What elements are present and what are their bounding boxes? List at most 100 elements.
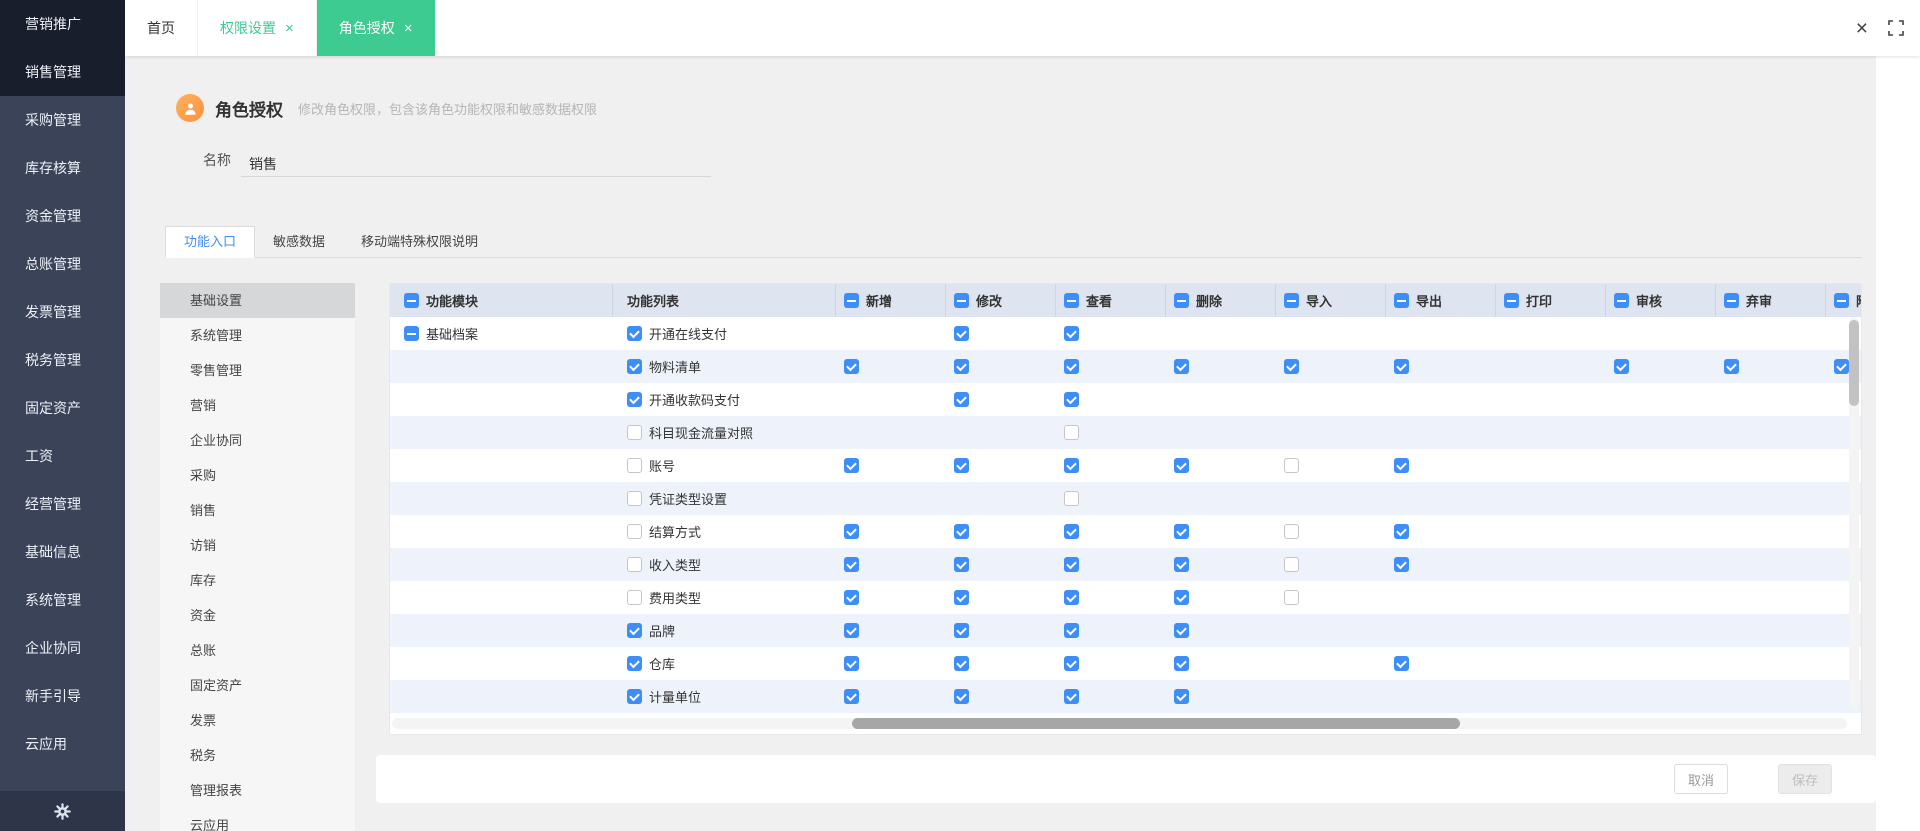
sidebar-item-13[interactable]: 系统管理 [0,576,125,624]
perm-checkbox[interactable] [1174,590,1189,605]
action-header-checkbox[interactable] [1834,293,1849,308]
perm-checkbox[interactable] [954,656,969,671]
perm-checkbox[interactable] [954,326,969,341]
perm-checkbox[interactable] [1394,458,1409,473]
vertical-scrollbar[interactable] [1849,318,1859,708]
perm-checkbox[interactable] [954,557,969,572]
perm-checkbox[interactable] [1064,425,1079,440]
perm-checkbox[interactable] [954,359,969,374]
top-tab-3[interactable]: 角色授权 × [316,0,435,56]
role-name-input[interactable] [241,152,711,177]
sidebar-item-8[interactable]: 税务管理 [0,336,125,384]
sidebar-item-5[interactable]: 资金管理 [0,192,125,240]
perm-checkbox[interactable] [844,656,859,671]
perm-checkbox[interactable] [1614,359,1629,374]
perm-checkbox[interactable] [1284,557,1299,572]
perm-checkbox[interactable] [844,524,859,539]
perm-checkbox[interactable] [1394,524,1409,539]
perm-checkbox[interactable] [1724,359,1739,374]
category-item-8[interactable]: 访销 [160,528,355,563]
action-header-checkbox[interactable] [844,293,859,308]
category-item-13[interactable]: 发票 [160,703,355,738]
sidebar-item-14[interactable]: 企业协同 [0,624,125,672]
sidebar-item-7[interactable]: 发票管理 [0,288,125,336]
perm-checkbox[interactable] [1064,557,1079,572]
perm-checkbox[interactable] [954,590,969,605]
perm-checkbox[interactable] [1394,359,1409,374]
perm-checkbox[interactable] [954,689,969,704]
perm-checkbox[interactable] [1064,392,1079,407]
perm-checkbox[interactable] [844,623,859,638]
category-item-2[interactable]: 系统管理 [160,318,355,353]
perm-checkbox[interactable] [1064,491,1079,506]
save-button[interactable]: 保存 [1777,764,1832,794]
perm-checkbox[interactable] [1064,590,1079,605]
perm-checkbox[interactable] [1284,524,1299,539]
cancel-button[interactable]: 取消 [1673,764,1728,794]
perm-checkbox[interactable] [1064,458,1079,473]
category-item-3[interactable]: 零售管理 [160,353,355,388]
top-tab-1[interactable]: 首页 [125,0,198,56]
feature-checkbox[interactable] [627,458,642,473]
tab-close-icon[interactable]: × [285,21,294,36]
perm-checkbox[interactable] [844,689,859,704]
perm-tab-1[interactable]: 功能入口 [165,226,256,258]
feature-checkbox[interactable] [627,557,642,572]
sidebar-item-4[interactable]: 库存核算 [0,144,125,192]
perm-checkbox[interactable] [1174,557,1189,572]
feature-checkbox[interactable] [627,656,642,671]
category-item-6[interactable]: 采购 [160,458,355,493]
close-icon[interactable]: × [1856,18,1868,39]
vertical-scrollbar-thumb[interactable] [1849,320,1859,406]
tab-close-icon[interactable]: × [404,21,413,36]
module-header-checkbox[interactable] [404,293,419,308]
feature-checkbox[interactable] [627,326,642,341]
perm-checkbox[interactable] [1284,590,1299,605]
feature-checkbox[interactable] [627,392,642,407]
category-item-16[interactable]: 云应用 [160,808,355,831]
sidebar-item-3[interactable]: 采购管理 [0,96,125,144]
feature-checkbox[interactable] [627,524,642,539]
category-item-9[interactable]: 库存 [160,563,355,598]
perm-checkbox[interactable] [1834,359,1849,374]
perm-checkbox[interactable] [954,623,969,638]
perm-checkbox[interactable] [1284,458,1299,473]
sidebar-item-15[interactable]: 新手引导 [0,672,125,720]
horizontal-scrollbar-thumb[interactable] [852,718,1460,729]
action-header-checkbox[interactable] [1394,293,1409,308]
perm-checkbox[interactable] [1064,326,1079,341]
sidebar-item-2[interactable]: 销售管理 [0,48,125,96]
category-item-1[interactable]: 基础设置 [160,283,355,318]
sidebar-item-6[interactable]: 总账管理 [0,240,125,288]
category-item-12[interactable]: 固定资产 [160,668,355,703]
perm-checkbox[interactable] [954,458,969,473]
action-header-checkbox[interactable] [1614,293,1629,308]
sidebar-item-11[interactable]: 经营管理 [0,480,125,528]
top-tab-2[interactable]: 权限设置 × [198,0,317,56]
action-header-checkbox[interactable] [1724,293,1739,308]
perm-checkbox[interactable] [844,359,859,374]
module-group-checkbox[interactable] [404,326,419,341]
perm-checkbox[interactable] [954,524,969,539]
perm-checkbox[interactable] [1174,623,1189,638]
perm-checkbox[interactable] [844,590,859,605]
sidebar-item-10[interactable]: 工资 [0,432,125,480]
perm-checkbox[interactable] [1174,656,1189,671]
sidebar-item-9[interactable]: 固定资产 [0,384,125,432]
sidebar-settings-button[interactable] [0,791,125,831]
action-header-checkbox[interactable] [1504,293,1519,308]
action-header-checkbox[interactable] [1284,293,1299,308]
perm-checkbox[interactable] [1174,689,1189,704]
perm-checkbox[interactable] [1064,656,1079,671]
perm-checkbox[interactable] [1064,623,1079,638]
perm-checkbox[interactable] [844,557,859,572]
perm-checkbox[interactable] [1064,359,1079,374]
perm-tab-2[interactable]: 敏感数据 [255,226,343,257]
feature-checkbox[interactable] [627,425,642,440]
category-item-15[interactable]: 管理报表 [160,773,355,808]
category-item-5[interactable]: 企业协同 [160,423,355,458]
category-item-10[interactable]: 资金 [160,598,355,633]
category-item-7[interactable]: 销售 [160,493,355,528]
feature-checkbox[interactable] [627,623,642,638]
sidebar-item-12[interactable]: 基础信息 [0,528,125,576]
